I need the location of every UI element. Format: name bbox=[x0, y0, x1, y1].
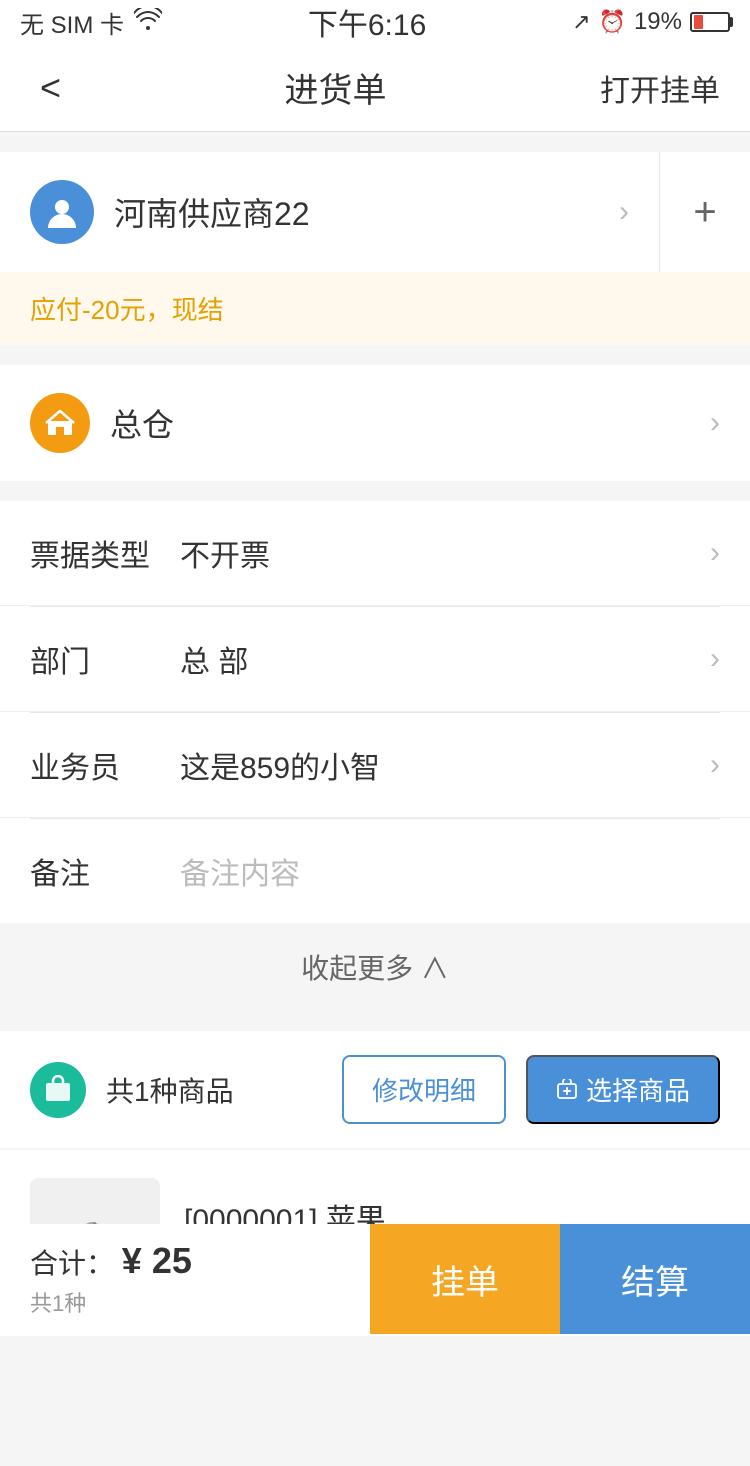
salesperson-value: 这是859的小智 bbox=[180, 743, 710, 787]
gps-icon: ↗ bbox=[572, 9, 590, 35]
select-product-button[interactable]: 选择商品 bbox=[526, 1055, 720, 1124]
supplier-avatar bbox=[30, 180, 94, 244]
total-amount: ¥ 25 bbox=[122, 1240, 192, 1281]
carrier-label: 无 SIM 卡 bbox=[20, 5, 124, 40]
total-label: 合计： bbox=[30, 1248, 114, 1279]
nav-bar: < 进货单 打开挂单 bbox=[0, 44, 750, 132]
supplier-selector[interactable]: 河南供应商22 › bbox=[0, 152, 660, 272]
bottom-bar: 合计： ¥ 25 共1种 挂单 结算 bbox=[0, 1224, 750, 1334]
collapse-label: 收起更多 ∧ bbox=[301, 953, 449, 984]
remark-row[interactable]: 备注 备注内容 bbox=[0, 819, 750, 923]
status-bar: 无 SIM 卡 下午6:16 ↗ ⏰ 19% bbox=[0, 0, 750, 44]
battery-label: 19% bbox=[634, 8, 682, 36]
warehouse-name: 总仓 bbox=[110, 400, 710, 446]
department-chevron-icon: › bbox=[710, 642, 720, 676]
total-line: 合计： ¥ 25 bbox=[30, 1240, 340, 1282]
select-product-label: 选择商品 bbox=[586, 1071, 690, 1108]
gap-3 bbox=[0, 481, 750, 501]
hang-button[interactable]: 挂单 bbox=[370, 1224, 560, 1334]
notice-bar: 应付-20元，现结 bbox=[0, 272, 750, 345]
notice-text: 应付-20元，现结 bbox=[30, 295, 224, 325]
product-header-icon bbox=[30, 1062, 86, 1118]
warehouse-chevron-icon: › bbox=[710, 406, 720, 440]
bottom-padding bbox=[0, 1336, 750, 1466]
salesperson-row[interactable]: 业务员 这是859的小智 › bbox=[0, 713, 750, 818]
invoice-type-row[interactable]: 票据类型 不开票 › bbox=[0, 501, 750, 606]
warehouse-icon bbox=[30, 393, 90, 453]
invoice-value: 不开票 bbox=[180, 531, 710, 575]
gap-1 bbox=[0, 132, 750, 152]
remark-label: 备注 bbox=[30, 849, 180, 893]
collapse-button[interactable]: 收起更多 ∧ bbox=[0, 923, 750, 1011]
salesperson-chevron-icon: › bbox=[710, 748, 720, 782]
supplier-chevron-icon: › bbox=[619, 195, 629, 229]
supplier-section: 河南供应商22 › + bbox=[0, 152, 750, 272]
department-value: 总 部 bbox=[180, 637, 710, 681]
gap-2 bbox=[0, 345, 750, 365]
page-title: 进货单 bbox=[285, 63, 387, 112]
total-section: 合计： ¥ 25 共1种 bbox=[0, 1224, 370, 1334]
total-sub: 共1种 bbox=[30, 1286, 340, 1318]
open-hang-button[interactable]: 打开挂单 bbox=[600, 66, 720, 110]
alarm-icon: ⏰ bbox=[599, 9, 626, 35]
invoice-chevron-icon: › bbox=[710, 536, 720, 570]
salesperson-label: 业务员 bbox=[30, 743, 180, 787]
add-supplier-button[interactable]: + bbox=[660, 152, 750, 272]
remark-input[interactable]: 备注内容 bbox=[180, 849, 720, 893]
product-header: 共1种商品 修改明细 选择商品 bbox=[0, 1031, 750, 1148]
back-button[interactable]: < bbox=[30, 57, 71, 119]
department-label: 部门 bbox=[30, 637, 180, 681]
form-section: 票据类型 不开票 › 部门 总 部 › 业务员 这是859的小智 › 备注 备注… bbox=[0, 501, 750, 923]
status-right: ↗ ⏰ 19% bbox=[572, 8, 730, 36]
status-time: 下午6:16 bbox=[308, 0, 426, 44]
checkout-button[interactable]: 结算 bbox=[560, 1224, 750, 1334]
invoice-label: 票据类型 bbox=[30, 531, 180, 575]
gap-4 bbox=[0, 1011, 750, 1031]
department-row[interactable]: 部门 总 部 › bbox=[0, 607, 750, 712]
supplier-name: 河南供应商22 bbox=[114, 189, 619, 235]
wifi-icon bbox=[134, 8, 162, 37]
edit-detail-button[interactable]: 修改明细 bbox=[342, 1055, 506, 1124]
battery-icon bbox=[690, 12, 730, 32]
product-count: 共1种商品 bbox=[106, 1070, 322, 1110]
warehouse-selector[interactable]: 总仓 › bbox=[0, 365, 750, 481]
status-left: 无 SIM 卡 bbox=[20, 5, 162, 40]
